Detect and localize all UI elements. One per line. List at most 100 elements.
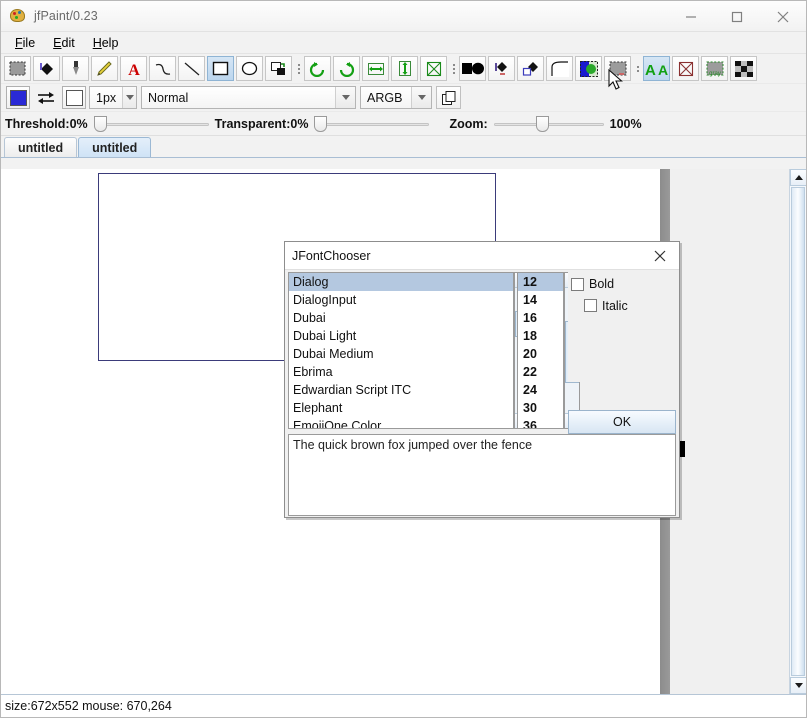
stamp-icon[interactable] xyxy=(488,56,515,81)
invert-icon[interactable] xyxy=(672,56,699,81)
font-size-item[interactable]: 30 xyxy=(518,399,563,417)
font-size-item[interactable]: 24 xyxy=(518,381,563,399)
scroll-down-button[interactable] xyxy=(790,677,807,694)
select-rectangle-icon[interactable] xyxy=(4,56,31,81)
font-list-item[interactable]: Dubai Light xyxy=(289,327,513,345)
vertical-scrollbar[interactable] xyxy=(789,169,806,694)
italic-checkbox[interactable]: Italic xyxy=(584,299,628,313)
font-chooser-dialog: JFontChooser DialogDialogInputDubaiDubai… xyxy=(284,241,680,518)
tab-label: untitled xyxy=(18,141,63,155)
ellipse-icon[interactable] xyxy=(236,56,263,81)
tab-untitled-2[interactable]: untitled xyxy=(78,137,151,157)
font-size-item[interactable]: 14 xyxy=(518,291,563,309)
minimize-button[interactable] xyxy=(668,1,714,32)
rotate-right-icon[interactable] xyxy=(333,56,360,81)
tab-untitled-1[interactable]: untitled xyxy=(4,137,77,157)
shape-outline-icon[interactable] xyxy=(517,56,544,81)
document-tabs: untitled untitled xyxy=(1,136,806,158)
pencil-icon[interactable] xyxy=(91,56,118,81)
threshold-slider[interactable] xyxy=(94,115,209,133)
font-size-item[interactable]: 18 xyxy=(518,327,563,345)
preview-text: The quick brown fox jumped over the fenc… xyxy=(293,438,532,452)
color-model-dropdown[interactable]: ARGB xyxy=(360,86,432,109)
font-size-item[interactable]: 12 xyxy=(518,273,563,291)
curve-icon[interactable] xyxy=(149,56,176,81)
crop-icon[interactable] xyxy=(265,56,292,81)
menu-bar: File Edit Help xyxy=(1,32,806,54)
maximize-button[interactable] xyxy=(714,1,760,32)
transparent-label: Transparent:0% xyxy=(215,117,309,131)
blend-mode-dropdown[interactable]: Normal xyxy=(141,86,356,109)
color-replace-icon[interactable] xyxy=(575,56,602,81)
secondary-color-swatch[interactable] xyxy=(62,86,86,109)
status-bar: size:672x552 mouse: 670,264 xyxy=(1,694,806,717)
svg-text:A: A xyxy=(128,62,140,77)
scroll-up-button[interactable] xyxy=(790,169,807,186)
adjustments-bar: Threshold:0% Transparent:0% Zoom: 100% xyxy=(1,112,806,136)
dialog-close-icon[interactable] xyxy=(641,242,679,270)
text-tool-icon[interactable]: A xyxy=(120,56,147,81)
italic-label: Italic xyxy=(602,299,628,313)
font-chooser-icon[interactable]: AA xyxy=(643,56,670,81)
chevron-down-icon[interactable] xyxy=(411,87,431,108)
checkbox-box[interactable] xyxy=(571,278,584,291)
ok-button[interactable]: OK xyxy=(568,410,676,434)
checker-pattern-icon[interactable] xyxy=(730,56,757,81)
menu-file[interactable]: File xyxy=(7,33,45,53)
stroke-width-dropdown[interactable]: 1px xyxy=(89,86,137,109)
font-list-item[interactable]: Dubai Medium xyxy=(289,345,513,363)
menu-help-label: elp xyxy=(102,36,119,50)
fill-bucket-icon[interactable] xyxy=(33,56,60,81)
bold-checkbox[interactable]: Bold xyxy=(571,277,614,291)
font-size-item[interactable]: 36 xyxy=(518,417,563,429)
window-controls xyxy=(668,1,806,32)
font-preview-area: The quick brown fox jumped over the fenc… xyxy=(288,434,676,516)
svg-text:A: A xyxy=(645,62,656,76)
font-style-options: Bold Italic xyxy=(568,272,676,382)
bold-label: Bold xyxy=(589,277,614,291)
font-size-item[interactable]: 22 xyxy=(518,363,563,381)
primary-color-swatch[interactable] xyxy=(6,86,30,109)
font-list-item[interactable]: Edwardian Script ITC xyxy=(289,381,513,399)
flip-horizontal-icon[interactable] xyxy=(362,56,389,81)
font-size-item[interactable]: 16 xyxy=(518,309,563,327)
line-icon[interactable] xyxy=(178,56,205,81)
duplicate-icon[interactable] xyxy=(436,86,461,109)
close-button[interactable] xyxy=(760,1,806,32)
toolbar-separator-3 xyxy=(636,58,640,80)
font-list-item[interactable]: DialogInput xyxy=(289,291,513,309)
swap-colors-icon[interactable] xyxy=(33,86,59,109)
dialog-body: DialogDialogInputDubaiDubai LightDubai M… xyxy=(285,270,679,517)
threshold-label: Threshold:0% xyxy=(5,117,88,131)
font-list-item[interactable]: Ebrima xyxy=(289,363,513,381)
gradient-curve-icon[interactable] xyxy=(546,56,573,81)
svg-text:A: A xyxy=(658,62,668,76)
checkbox-box[interactable] xyxy=(584,299,597,312)
font-list-item[interactable]: Dubai xyxy=(289,309,513,327)
font-family-list[interactable]: DialogDialogInputDubaiDubai LightDubai M… xyxy=(288,272,514,429)
menu-edit[interactable]: Edit xyxy=(45,33,85,53)
eyedropper-icon[interactable] xyxy=(62,56,89,81)
font-size-list[interactable]: 121416182022243036 xyxy=(517,272,564,429)
right-panel xyxy=(669,169,789,694)
title-bar: jfPaint/0.23 xyxy=(1,1,806,32)
chevron-down-icon[interactable] xyxy=(335,87,355,108)
scrollbar-thumb[interactable] xyxy=(791,187,805,676)
menu-help[interactable]: Help xyxy=(85,33,129,53)
font-list-item[interactable]: Elephant xyxy=(289,399,513,417)
chevron-down-icon[interactable] xyxy=(122,87,136,108)
zoom-label: Zoom: xyxy=(449,117,487,131)
rectangle-icon[interactable] xyxy=(207,56,234,81)
flip-vertical-icon[interactable] xyxy=(391,56,418,81)
font-list-item[interactable]: Dialog xyxy=(289,273,513,291)
zoom-slider[interactable] xyxy=(494,115,604,133)
transparent-slider[interactable] xyxy=(314,115,429,133)
clear-icon[interactable] xyxy=(420,56,447,81)
font-list-item[interactable]: EmojiOne Color xyxy=(289,417,513,429)
stroke-width-value: 1px xyxy=(90,87,122,108)
rotate-left-icon[interactable] xyxy=(304,56,331,81)
font-size-item[interactable]: 20 xyxy=(518,345,563,363)
blend-mode-value: Normal xyxy=(142,87,335,108)
shapes-icon[interactable] xyxy=(459,56,486,81)
grayscale-icon[interactable]: gray xyxy=(701,56,728,81)
